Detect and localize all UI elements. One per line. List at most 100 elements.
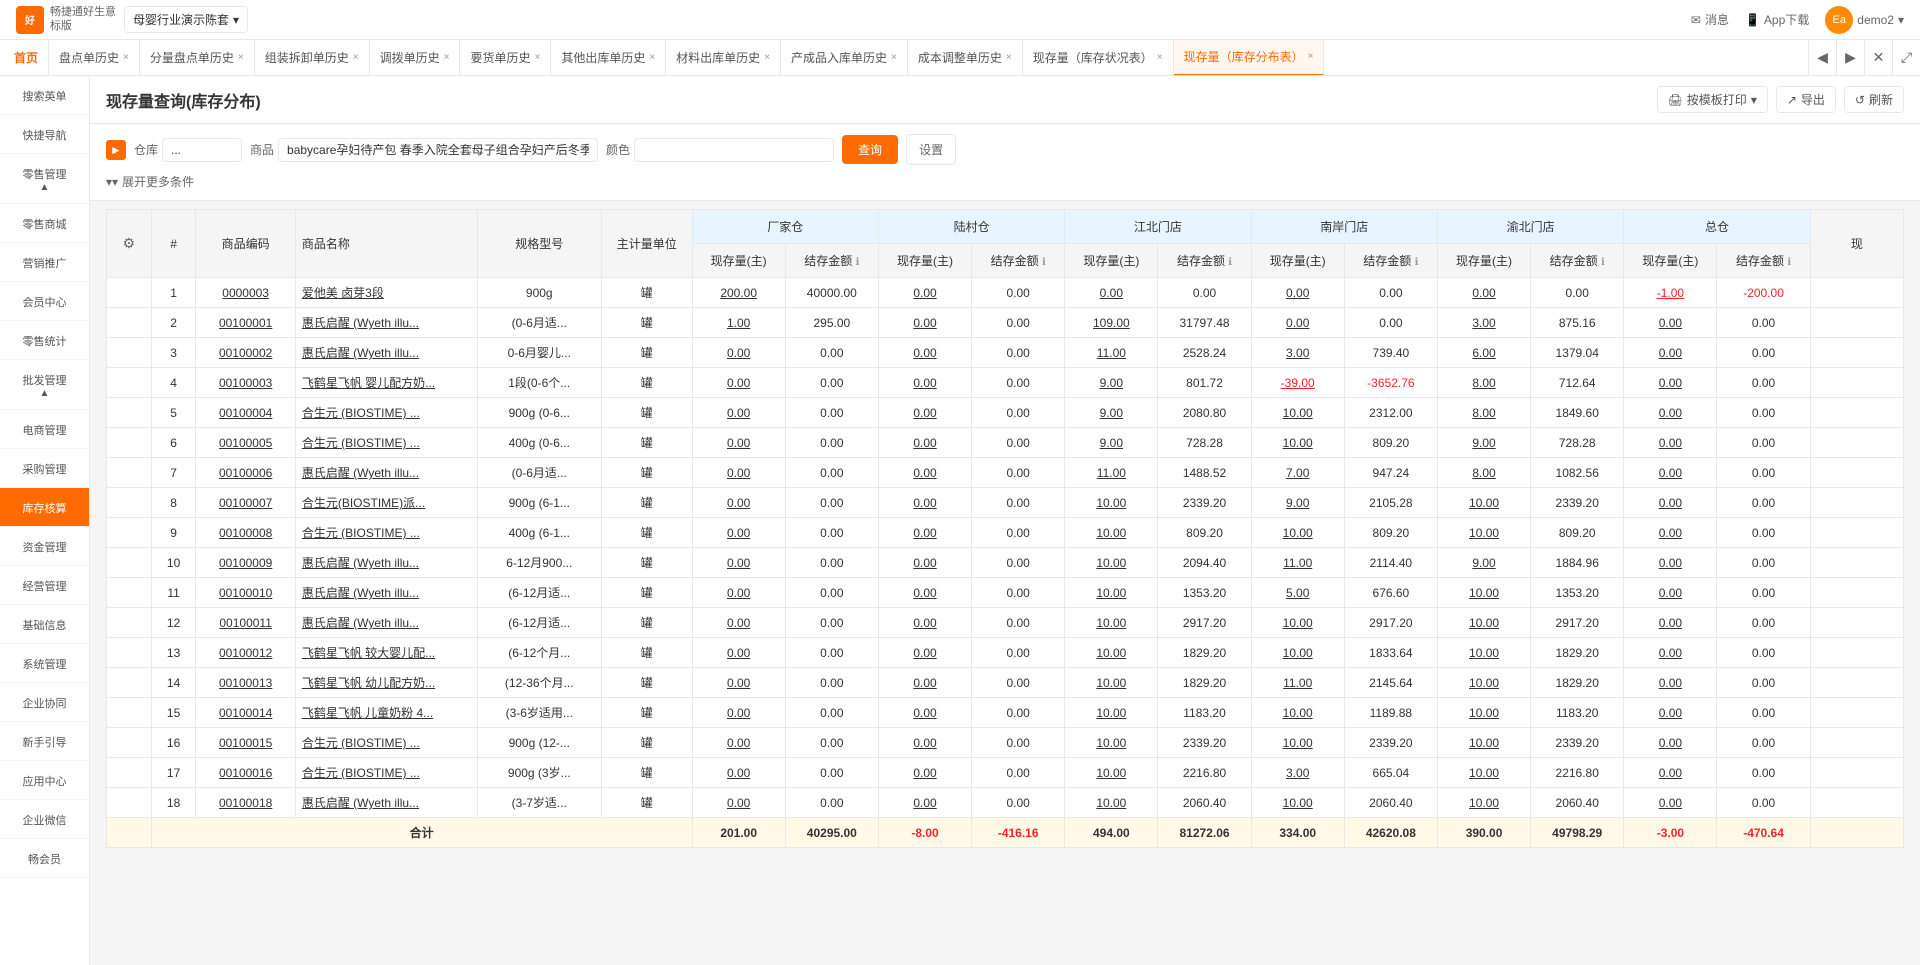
setting-button[interactable]: 设置 [906,134,956,165]
row-total-qty[interactable]: 0.00 [1624,428,1717,458]
tab-8[interactable]: 产成品入库单历史 × [781,40,908,76]
row-yubei-qty[interactable]: 8.00 [1437,458,1530,488]
sidebar-item-retail-mall[interactable]: 零售商城 [0,204,89,243]
sidebar-item-appcenter[interactable]: 应用中心 [0,761,89,800]
row-jiangbei-qty[interactable]: 0.00 [1065,278,1158,308]
row-code[interactable]: 00100003 [196,368,295,398]
sidebar-item-retail-stats[interactable]: 零售统计 [0,321,89,360]
row-nanan-qty[interactable]: 10.00 [1251,638,1344,668]
sidebar-item-system[interactable]: 系统管理 [0,644,89,683]
print-btn[interactable]: 🖨 按模板打印 ▾ [1657,86,1768,113]
row-name[interactable]: 惠氏启醒 (Wyeth illu... [295,338,477,368]
row-jiangbei-qty[interactable]: 10.00 [1065,728,1158,758]
row-factory-qty[interactable]: 0.00 [692,548,785,578]
row-lucun-qty[interactable]: 0.00 [878,488,971,518]
row-total-qty[interactable]: 0.00 [1624,488,1717,518]
row-name[interactable]: 惠氏启醒 (Wyeth illu... [295,308,477,338]
row-name[interactable]: 惠氏启醒 (Wyeth illu... [295,548,477,578]
row-name[interactable]: 惠氏启醒 (Wyeth illu... [295,608,477,638]
row-yubei-qty[interactable]: 10.00 [1437,578,1530,608]
row-total-qty[interactable]: 0.00 [1624,398,1717,428]
color-input[interactable] [634,138,834,162]
row-yubei-qty[interactable]: 10.00 [1437,788,1530,818]
row-nanan-qty[interactable]: 11.00 [1251,668,1344,698]
row-nanan-qty[interactable]: 5.00 [1251,578,1344,608]
tab-7[interactable]: 材料出库单历史 × [666,40,781,76]
sidebar-item-member2[interactable]: 畅会员 [0,839,89,878]
row-name[interactable]: 合生元(BIOSTIME)派... [295,488,477,518]
sidebar-item-basic-info[interactable]: 基础信息 [0,605,89,644]
tab-5[interactable]: 要货单历史 × [460,40,551,76]
row-name[interactable]: 爱他美 卤芽3段 [295,278,477,308]
row-factory-qty[interactable]: 0.00 [692,338,785,368]
row-total-qty[interactable]: 0.00 [1624,518,1717,548]
row-code[interactable]: 00100015 [196,728,295,758]
row-code[interactable]: 00100002 [196,338,295,368]
row-code[interactable]: 00100014 [196,698,295,728]
row-jiangbei-qty[interactable]: 10.00 [1065,608,1158,638]
row-code[interactable]: 00100016 [196,758,295,788]
refresh-btn[interactable]: ↺ 刷新 [1844,86,1904,113]
close-icon[interactable]: × [444,52,450,63]
warehouse-input[interactable] [162,138,242,162]
row-factory-qty[interactable]: 0.00 [692,698,785,728]
close-icon[interactable]: × [1006,52,1012,63]
sidebar-item-retail-mgmt[interactable]: 零售管理 ▲ [0,154,89,204]
row-yubei-qty[interactable]: 10.00 [1437,488,1530,518]
row-total-qty[interactable]: 0.00 [1624,548,1717,578]
row-yubei-qty[interactable]: 10.00 [1437,758,1530,788]
row-jiangbei-qty[interactable]: 9.00 [1065,368,1158,398]
row-name[interactable]: 合生元 (BIOSTIME) ... [295,518,477,548]
close-icon[interactable]: × [353,52,359,63]
app-download-btn[interactable]: 📱 App下载 [1745,11,1809,28]
row-factory-qty[interactable]: 0.00 [692,608,785,638]
sidebar-item-guide[interactable]: 新手引导 [0,722,89,761]
row-factory-qty[interactable]: 200.00 [692,278,785,308]
row-factory-qty[interactable]: 0.00 [692,518,785,548]
query-button[interactable]: 查询 [842,135,898,164]
row-yubei-qty[interactable]: 0.00 [1437,278,1530,308]
close-icon[interactable]: × [764,52,770,63]
row-yubei-qty[interactable]: 9.00 [1437,548,1530,578]
tab-1[interactable]: 盘点单历史 × [49,40,140,76]
row-nanan-qty[interactable]: 10.00 [1251,698,1344,728]
row-jiangbei-qty[interactable]: 10.00 [1065,548,1158,578]
row-name[interactable]: 合生元 (BIOSTIME) ... [295,728,477,758]
close-icon[interactable]: × [1157,52,1163,63]
tab-9[interactable]: 成本调整单历史 × [908,40,1023,76]
row-jiangbei-qty[interactable]: 10.00 [1065,518,1158,548]
row-name[interactable]: 合生元 (BIOSTIME) ... [295,428,477,458]
row-jiangbei-qty[interactable]: 10.00 [1065,638,1158,668]
row-code[interactable]: 0000003 [196,278,295,308]
row-code[interactable]: 00100006 [196,458,295,488]
sidebar-item-finance[interactable]: 资金管理 [0,527,89,566]
sidebar-item-ecommerce[interactable]: 电商管理 [0,410,89,449]
row-code[interactable]: 00100008 [196,518,295,548]
row-code[interactable]: 00100004 [196,398,295,428]
row-yubei-qty[interactable]: 8.00 [1437,368,1530,398]
row-lucun-qty[interactable]: 0.00 [878,788,971,818]
row-lucun-qty[interactable]: 0.00 [878,578,971,608]
row-lucun-qty[interactable]: 0.00 [878,698,971,728]
row-jiangbei-qty[interactable]: 9.00 [1065,428,1158,458]
row-total-qty[interactable]: 0.00 [1624,338,1717,368]
sidebar-item-wholesale[interactable]: 批发管理 ▲ [0,360,89,410]
tab-4[interactable]: 调拨单历史 × [370,40,461,76]
row-factory-qty[interactable]: 0.00 [692,428,785,458]
close-icon[interactable]: × [534,52,540,63]
row-nanan-qty[interactable]: 3.00 [1251,338,1344,368]
sidebar-item-operations[interactable]: 经营管理 [0,566,89,605]
user-area[interactable]: Ea demo2 ▾ [1825,6,1904,34]
row-jiangbei-qty[interactable]: 10.00 [1065,788,1158,818]
row-yubei-qty[interactable]: 10.00 [1437,518,1530,548]
row-name[interactable]: 惠氏启醒 (Wyeth illu... [295,578,477,608]
close-icon[interactable]: × [123,52,129,63]
row-factory-qty[interactable]: 0.00 [692,668,785,698]
tab-next-btn[interactable]: ▶ [1836,40,1864,76]
tab-6[interactable]: 其他出库单历史 × [551,40,666,76]
row-yubei-qty[interactable]: 10.00 [1437,608,1530,638]
row-factory-qty[interactable]: 0.00 [692,398,785,428]
row-factory-qty[interactable]: 0.00 [692,488,785,518]
row-lucun-qty[interactable]: 0.00 [878,338,971,368]
row-nanan-qty[interactable]: 10.00 [1251,518,1344,548]
